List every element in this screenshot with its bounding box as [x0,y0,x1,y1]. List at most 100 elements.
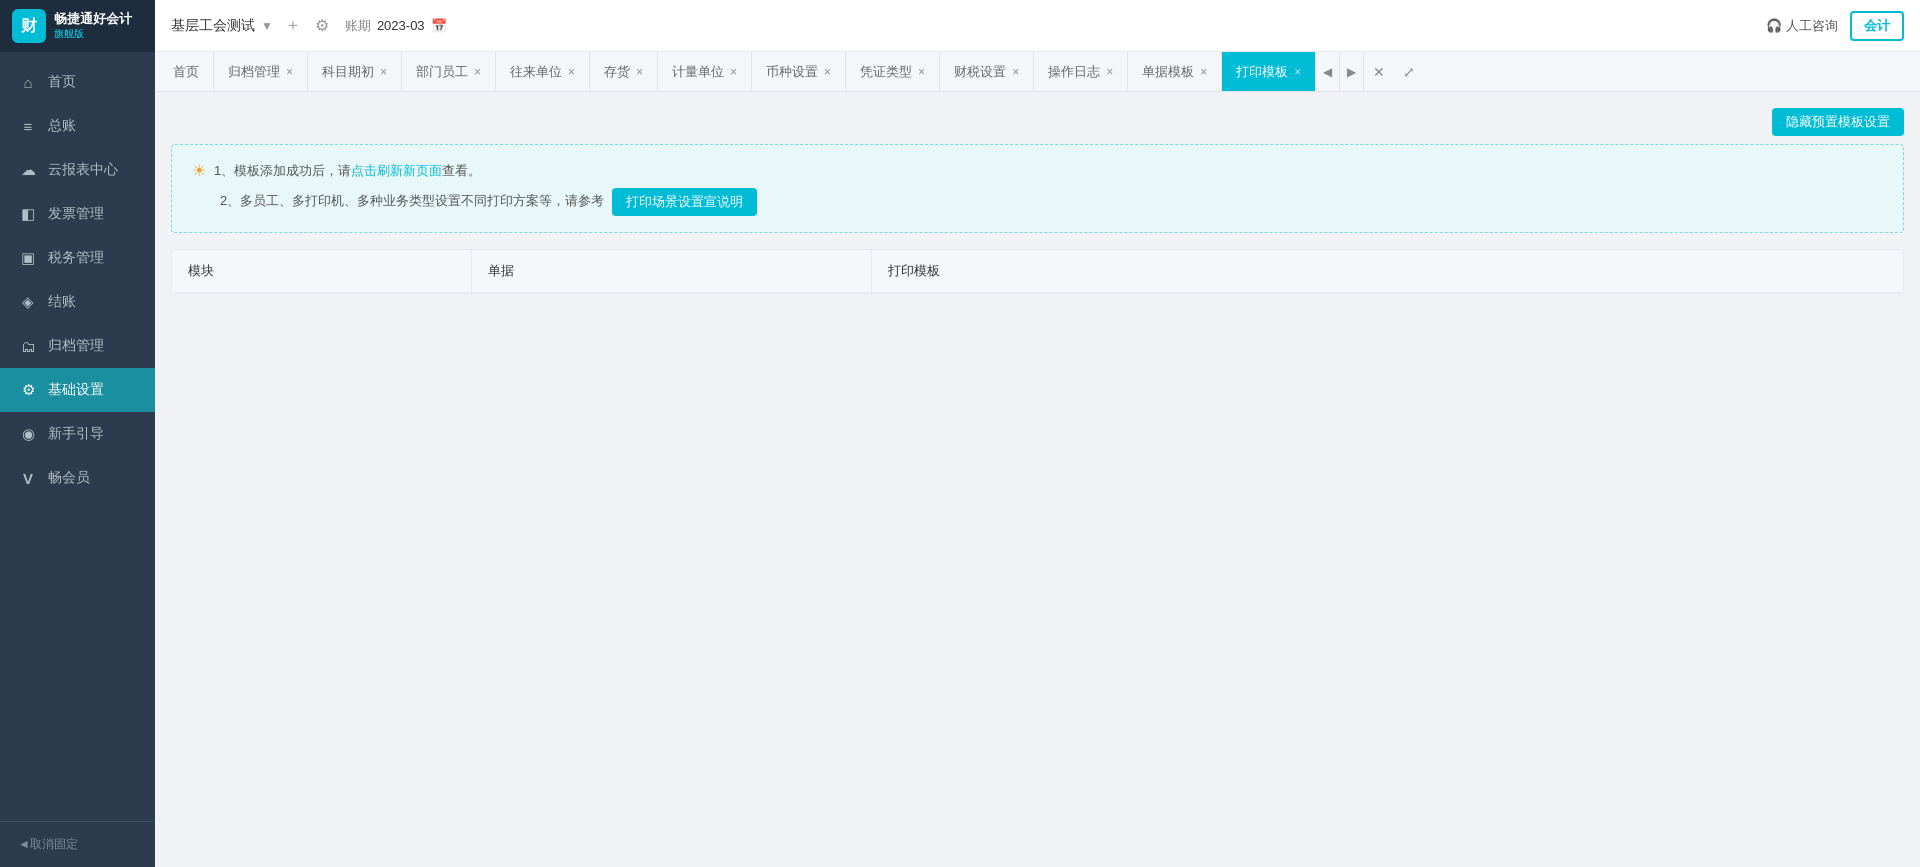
add-tab-icon[interactable]: ＋ [285,15,301,36]
tab-printform-close[interactable]: × [1294,65,1301,79]
calendar-icon[interactable]: 📅 [431,18,447,33]
tab-oplog[interactable]: 操作日志 × [1034,52,1128,92]
notice-prefix: 1、模板添加成功后，请 [214,163,351,178]
service-button[interactable]: 🎧 人工咨询 [1766,17,1838,35]
logo-sub: 旗舰版 [54,27,132,41]
sidebar-item-close[interactable]: ◈ 结账 [0,280,155,324]
topbar-right: 🎧 人工咨询 会计 [1766,11,1904,41]
sidebar: 财 畅捷通好会计 旗舰版 ⌂ 首页 ≡ 总账 ☁ 云报表中心 ◧ 发票管理 ▣ … [0,0,155,867]
company-selector[interactable]: 基层工会测试 ▼ [171,17,273,35]
sidebar-item-ledger[interactable]: ≡ 总账 [0,104,155,148]
tab-taxset-label: 财税设置 [954,63,1006,81]
settings-icon: ⚙ [18,380,38,400]
tab-stock[interactable]: 存货 × [590,52,658,92]
tab-supplier[interactable]: 往来单位 × [496,52,590,92]
tab-voucher-close[interactable]: × [918,65,925,79]
tab-dept[interactable]: 部门员工 × [402,52,496,92]
sidebar-label-invoice: 发票管理 [48,205,104,223]
tab-taxset-close[interactable]: × [1012,65,1019,79]
tab-home-label: 首页 [173,63,199,81]
sidebar-unpin-button[interactable]: ◄取消固定 [0,821,155,867]
tab-singleform-close[interactable]: × [1200,65,1207,79]
tab-subjects[interactable]: 科目期初 × [308,52,402,92]
tab-dept-close[interactable]: × [474,65,481,79]
settings-row: 隐藏预置模板设置 [171,108,1904,136]
tab-taxset[interactable]: 财税设置 × [940,52,1034,92]
sidebar-label-member: 畅会员 [48,469,90,487]
sidebar-item-guide[interactable]: ◉ 新手引导 [0,412,155,456]
tab-stock-close[interactable]: × [636,65,643,79]
reports-icon: ☁ [18,160,38,180]
sidebar-label-guide: 新手引导 [48,425,104,443]
notice-refresh-link[interactable]: 点击刷新新页面 [351,163,442,178]
company-dropdown-icon: ▼ [261,19,273,33]
tab-currency-label: 币种设置 [766,63,818,81]
member-icon: V [18,468,38,488]
logo-title: 畅捷通好会计 [54,11,132,27]
tab-voucher-label: 凭证类型 [860,63,912,81]
tab-voucher[interactable]: 凭证类型 × [846,52,940,92]
notice-row-2: 2、多员工、多打印机、多种业务类型设置不同打印方案等，请参考 打印场景设置宣说明 [192,188,1883,216]
explain-button[interactable]: 打印场景设置宣说明 [612,188,757,216]
sidebar-logo: 财 畅捷通好会计 旗舰版 [0,0,155,52]
notice-row-1: ☀ 1、模板添加成功后，请点击刷新新页面查看。 [192,161,1883,182]
tab-oplog-label: 操作日志 [1048,63,1100,81]
sidebar-item-reports[interactable]: ☁ 云报表中心 [0,148,155,192]
tabbar: 首页 归档管理 × 科目期初 × 部门员工 × 往来单位 × 存货 × 计量单位… [155,52,1920,92]
sidebar-item-member[interactable]: V 畅会员 [0,456,155,500]
tab-stock-label: 存货 [604,63,630,81]
home-icon: ⌂ [18,72,38,92]
th-document: 单据 [472,250,872,292]
sidebar-label-tax: 税务管理 [48,249,104,267]
tab-subjects-close[interactable]: × [380,65,387,79]
tab-expand[interactable]: ⤢ [1394,52,1424,92]
sidebar-label-archive: 归档管理 [48,337,104,355]
tab-subjects-label: 科目期初 [322,63,374,81]
topbar-actions: ＋ ⚙ [285,15,329,36]
kuaiji-button[interactable]: 会计 [1850,11,1904,41]
th-template: 打印模板 [872,250,1903,292]
tab-currency[interactable]: 币种设置 × [752,52,846,92]
sidebar-label-settings: 基础设置 [48,381,104,399]
notice-box: ☀ 1、模板添加成功后，请点击刷新新页面查看。 2、多员工、多打印机、多种业务类… [171,144,1904,233]
content-area: 隐藏预置模板设置 ☀ 1、模板添加成功后，请点击刷新新页面查看。 2、多员工、多… [155,92,1920,867]
tab-printform[interactable]: 打印模板 × [1222,52,1316,92]
tab-singleform[interactable]: 单据模板 × [1128,52,1222,92]
service-label: 人工咨询 [1786,17,1838,35]
tax-icon: ▣ [18,248,38,268]
company-name: 基层工会测试 [171,17,255,35]
tab-close-all[interactable]: ✕ [1364,52,1394,92]
invoice-icon: ◧ [18,204,38,224]
sidebar-item-home[interactable]: ⌂ 首页 [0,60,155,104]
tab-archive[interactable]: 归档管理 × [214,52,308,92]
tab-singleform-label: 单据模板 [1142,63,1194,81]
logo-text: 畅捷通好会计 旗舰版 [54,11,132,41]
tab-supplier-close[interactable]: × [568,65,575,79]
tab-currency-close[interactable]: × [824,65,831,79]
hide-settings-button[interactable]: 隐藏预置模板设置 [1772,108,1904,136]
sidebar-item-tax[interactable]: ▣ 税务管理 [0,236,155,280]
settings-gear-icon[interactable]: ⚙ [315,16,329,35]
sidebar-item-settings[interactable]: ⚙ 基础设置 [0,368,155,412]
ledger-icon: ≡ [18,116,38,136]
sidebar-label-home: 首页 [48,73,76,91]
tab-measure-label: 计量单位 [672,63,724,81]
tab-measure-close[interactable]: × [730,65,737,79]
tab-archive-close[interactable]: × [286,65,293,79]
logo-icon: 财 [12,9,46,43]
sidebar-item-archive[interactable]: 🗂 归档管理 [0,324,155,368]
tab-scroll-right[interactable]: ▶ [1340,52,1364,92]
notice-suffix: 查看。 [442,163,481,178]
tab-oplog-close[interactable]: × [1106,65,1113,79]
notice-text-2: 2、多员工、多打印机、多种业务类型设置不同打印方案等，请参考 [220,191,604,212]
tab-scroll-left[interactable]: ◀ [1316,52,1340,92]
main-area: 基层工会测试 ▼ ＋ ⚙ 账期 2023-03 📅 🎧 人工咨询 会计 首页 [155,0,1920,867]
guide-icon: ◉ [18,424,38,444]
tab-home[interactable]: 首页 [159,52,214,92]
sidebar-label-close: 结账 [48,293,76,311]
sidebar-item-invoice[interactable]: ◧ 发票管理 [0,192,155,236]
sidebar-label-reports: 云报表中心 [48,161,118,179]
tab-measure[interactable]: 计量单位 × [658,52,752,92]
table-header: 模块 单据 打印模板 [172,250,1903,293]
kuaiji-label: 会计 [1864,18,1890,33]
